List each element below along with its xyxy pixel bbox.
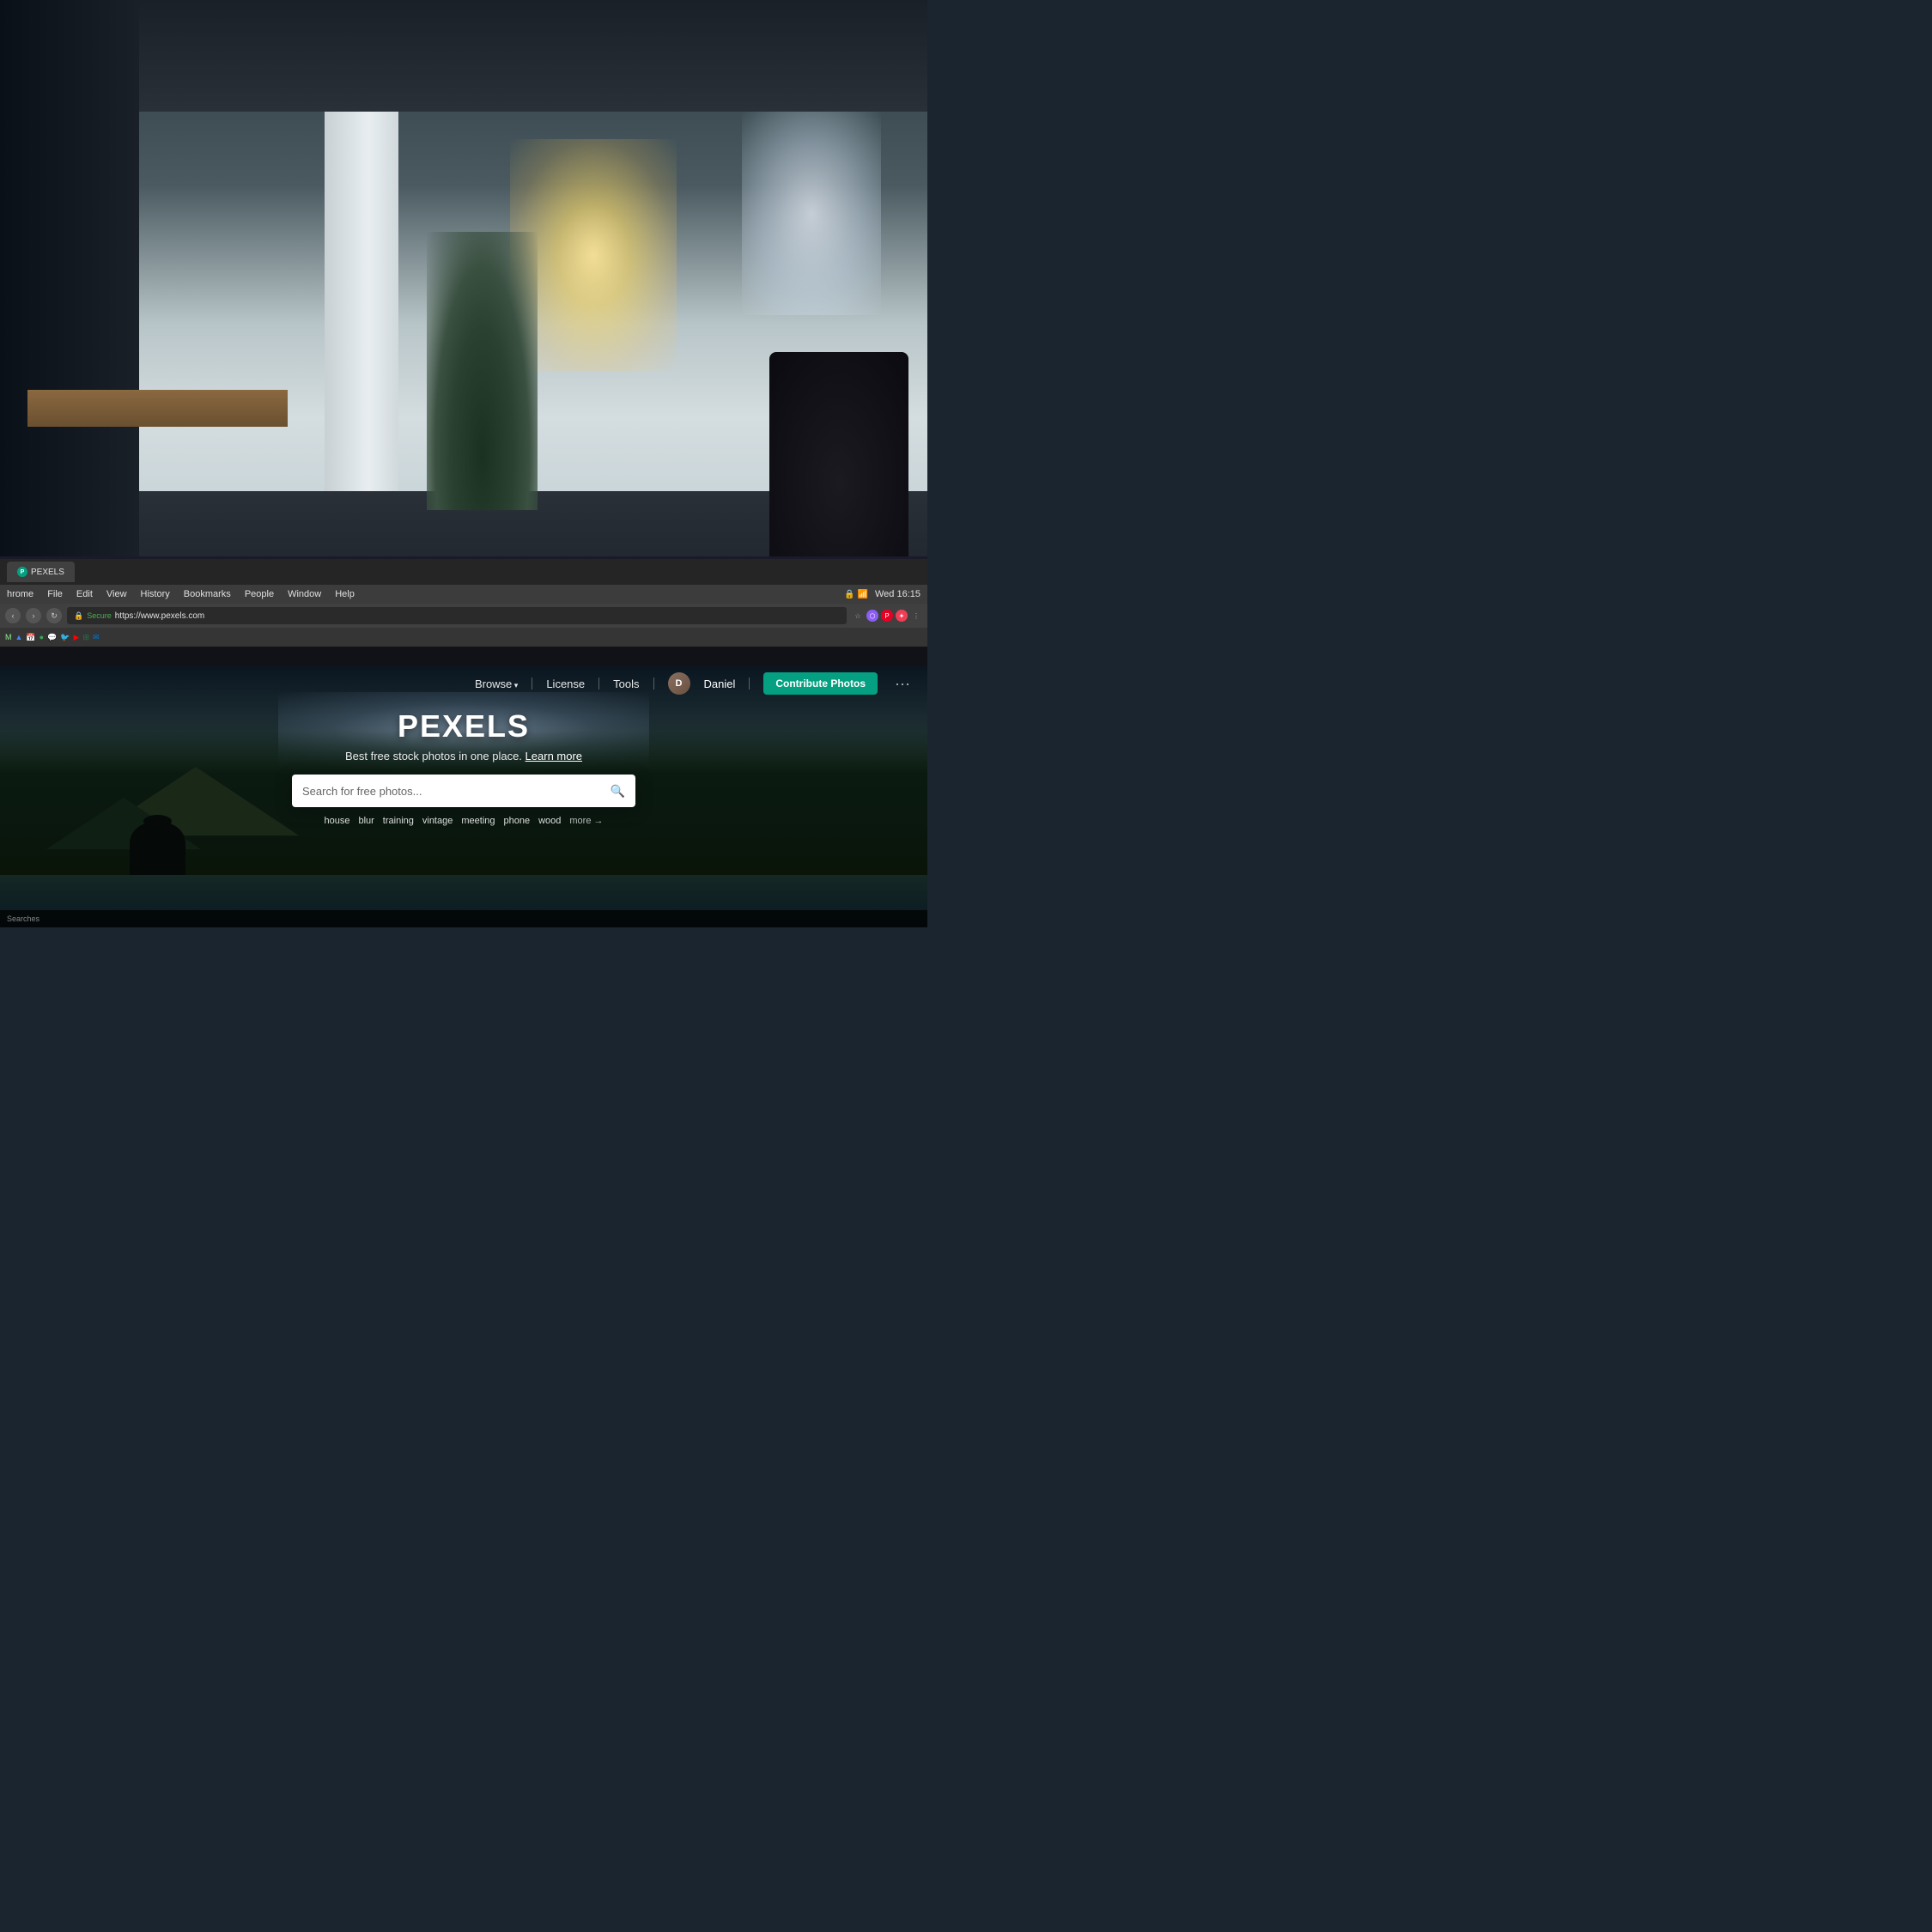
extensions-icon[interactable]: ⬡ bbox=[866, 610, 878, 622]
pocket-icon[interactable]: ✦ bbox=[896, 610, 908, 622]
back-button[interactable]: ‹ bbox=[5, 608, 21, 623]
bookmark-calendar[interactable]: 📅 bbox=[26, 633, 35, 642]
bookmark-bar: M ▲ 📅 ● 💬 🐦 ▶ ⊞ ✉ bbox=[0, 628, 927, 647]
menu-view[interactable]: View bbox=[106, 589, 127, 599]
pexels-navigation: Browse License Tools D Daniel Contribute… bbox=[0, 665, 927, 702]
menu-hrome[interactable]: hrome bbox=[7, 589, 33, 599]
window-right bbox=[742, 112, 881, 316]
forward-button[interactable]: › bbox=[26, 608, 41, 623]
refresh-button[interactable]: ↻ bbox=[46, 608, 62, 623]
bookmark-whatsapp[interactable]: 💬 bbox=[47, 633, 57, 642]
pexels-hero-section: Browse License Tools D Daniel Contribute… bbox=[0, 665, 927, 927]
menu-help[interactable]: Help bbox=[335, 589, 355, 599]
pexels-logo: PEXELS bbox=[398, 708, 530, 744]
secure-label: Secure bbox=[87, 611, 112, 620]
bookmark-star-icon[interactable]: ☆ bbox=[852, 610, 864, 622]
left-wall bbox=[0, 0, 139, 649]
chrome-menu-icon[interactable]: ⋮ bbox=[910, 610, 922, 622]
bookmark-outlook[interactable]: ✉ bbox=[93, 633, 100, 642]
laptop-screen: P PEXELS hrome File Edit View History Bo… bbox=[0, 556, 927, 927]
tag-vintage[interactable]: vintage bbox=[422, 816, 453, 826]
tag-more[interactable]: more → bbox=[569, 816, 603, 826]
nav-divider-3 bbox=[653, 677, 654, 690]
search-placeholder-text: Search for free photos... bbox=[302, 785, 604, 798]
menu-edit[interactable]: Edit bbox=[76, 589, 93, 599]
tag-blur[interactable]: blur bbox=[358, 816, 374, 826]
more-options-button[interactable]: ··· bbox=[891, 675, 914, 693]
pexels-website: Browse License Tools D Daniel Contribute… bbox=[0, 665, 927, 927]
plant-decoration bbox=[427, 232, 538, 510]
menu-window[interactable]: Window bbox=[288, 589, 321, 599]
toolbar-icons: ☆ ⬡ P ✦ ⋮ bbox=[852, 610, 922, 622]
search-bar[interactable]: Search for free photos... 🔍 bbox=[292, 775, 635, 807]
bookmark-gmail[interactable]: M bbox=[5, 633, 12, 641]
menu-bar: hrome File Edit View History Bookmarks P… bbox=[0, 585, 927, 604]
address-bar[interactable]: 🔒 Secure https://www.pexels.com bbox=[67, 607, 847, 624]
menu-file[interactable]: File bbox=[47, 589, 63, 599]
menu-history[interactable]: History bbox=[141, 589, 170, 599]
secure-icon: 🔒 bbox=[74, 611, 83, 621]
tab-bar: P PEXELS bbox=[0, 559, 927, 585]
tab-label: PEXELS bbox=[31, 568, 64, 577]
browse-nav-link[interactable]: Browse bbox=[475, 677, 518, 690]
active-tab[interactable]: P PEXELS bbox=[7, 562, 75, 582]
user-avatar[interactable]: D bbox=[668, 672, 690, 695]
license-nav-link[interactable]: License bbox=[546, 677, 585, 690]
user-name-label[interactable]: Daniel bbox=[704, 677, 736, 690]
time-display: Wed 16:15 bbox=[875, 589, 920, 599]
pexels-tagline: Best free stock photos in one place. Lea… bbox=[345, 750, 582, 762]
browser-toolbar: ‹ › ↻ 🔒 Secure https://www.pexels.com ☆ … bbox=[0, 604, 927, 628]
tag-phone[interactable]: phone bbox=[504, 816, 531, 826]
pexels-main-content: PEXELS Best free stock photos in one pla… bbox=[0, 708, 927, 826]
browser-chrome: P PEXELS hrome File Edit View History Bo… bbox=[0, 559, 927, 647]
bookmark-meet[interactable]: ● bbox=[39, 633, 44, 641]
battery-status: 🔒 📶 bbox=[844, 590, 868, 599]
person-body-silhouette bbox=[130, 823, 185, 875]
pinterest-icon[interactable]: P bbox=[881, 610, 893, 622]
learn-more-link[interactable]: Learn more bbox=[526, 750, 582, 762]
office-ceiling bbox=[0, 0, 927, 112]
bookmark-excel[interactable]: ⊞ bbox=[82, 633, 89, 642]
nav-divider-4 bbox=[749, 677, 750, 690]
tag-training[interactable]: training bbox=[383, 816, 414, 826]
table bbox=[27, 390, 287, 427]
search-tags-container: house blur training vintage meeting phon… bbox=[324, 816, 603, 826]
url-display: https://www.pexels.com bbox=[115, 611, 204, 621]
bookmark-twitter[interactable]: 🐦 bbox=[60, 633, 70, 642]
searches-status-bar: Searches bbox=[0, 910, 927, 927]
screen-bezel: P PEXELS hrome File Edit View History Bo… bbox=[0, 559, 927, 927]
bookmark-gdrive[interactable]: ▲ bbox=[15, 633, 23, 641]
search-icon[interactable]: 🔍 bbox=[611, 784, 625, 799]
tag-meeting[interactable]: meeting bbox=[461, 816, 495, 826]
contribute-photos-button[interactable]: Contribute Photos bbox=[763, 672, 878, 695]
nav-divider-2 bbox=[598, 677, 599, 690]
tools-nav-link[interactable]: Tools bbox=[613, 677, 639, 690]
tag-house[interactable]: house bbox=[324, 816, 349, 826]
tab-favicon: P bbox=[17, 567, 27, 577]
bookmark-youtube[interactable]: ▶ bbox=[74, 633, 80, 642]
searches-label: Searches bbox=[7, 914, 39, 923]
menu-right-section: 🔒 📶 Wed 16:15 bbox=[844, 589, 920, 599]
tag-wood[interactable]: wood bbox=[538, 816, 561, 826]
menu-people[interactable]: People bbox=[245, 589, 274, 599]
menu-bookmarks[interactable]: Bookmarks bbox=[184, 589, 231, 599]
